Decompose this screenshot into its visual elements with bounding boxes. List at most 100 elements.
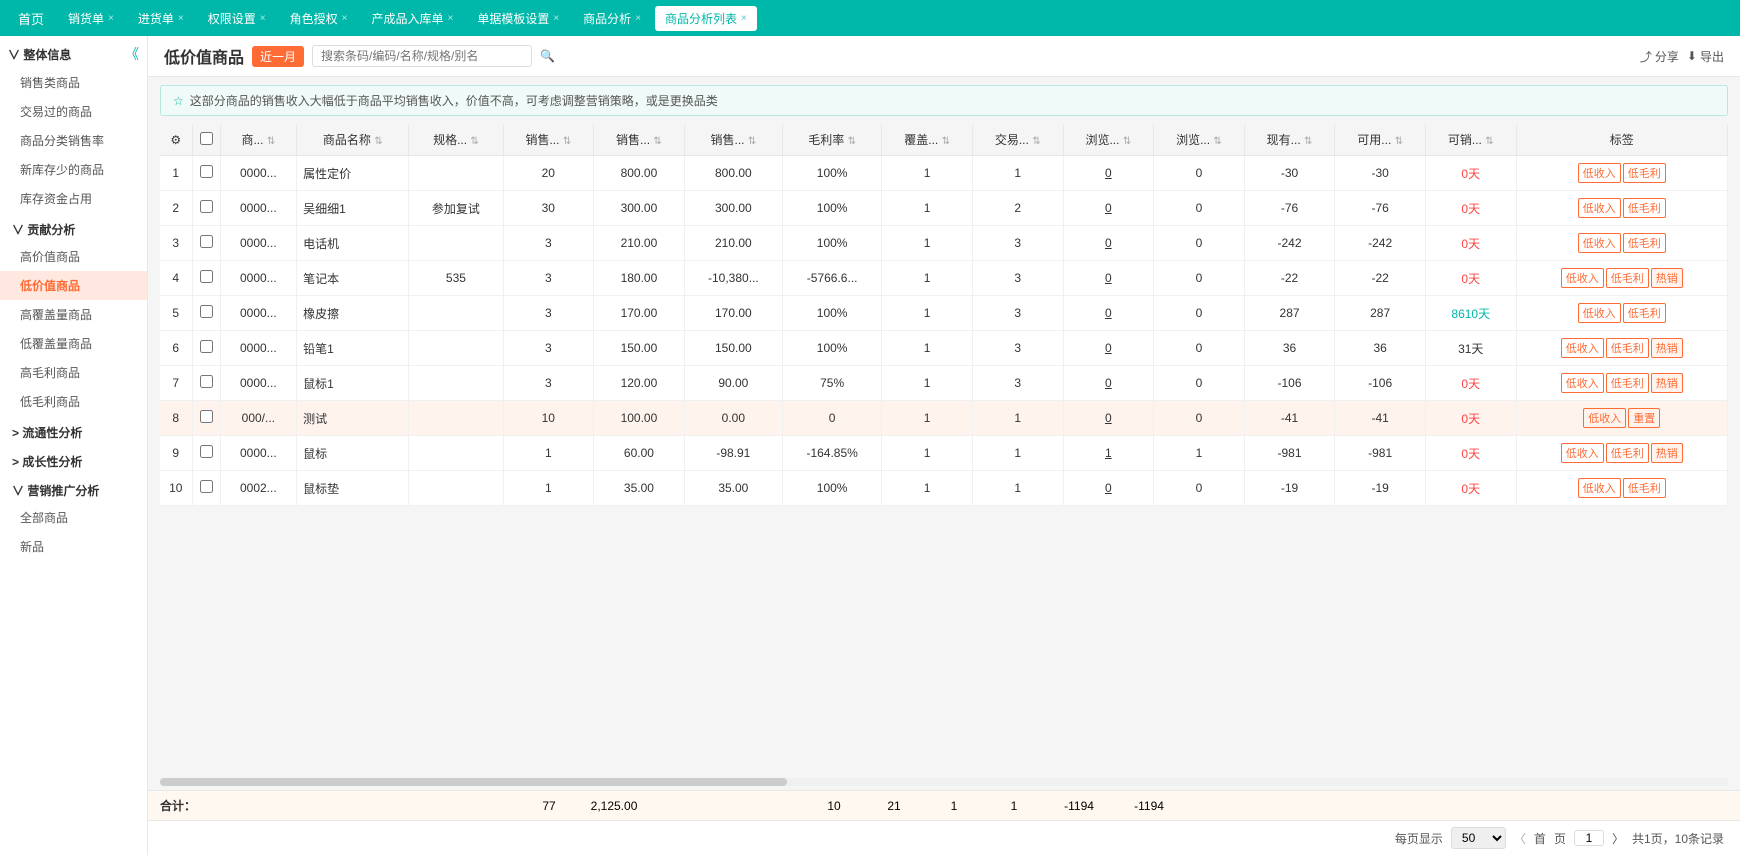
row-select-checkbox[interactable] [200, 445, 213, 458]
sidebar-item-low-coverage[interactable]: 低覆盖量商品 [0, 329, 147, 358]
horizontal-scrollbar[interactable] [160, 778, 1728, 786]
sidebar-item-category-sales-rate[interactable]: 商品分类销售率 [0, 126, 147, 155]
close-icon[interactable]: × [741, 13, 747, 24]
col-checkbox[interactable] [192, 124, 220, 156]
row-name: 鼠标 [297, 436, 409, 471]
sidebar-item-low-value[interactable]: 低价值商品 [0, 271, 147, 300]
product-tag: 低收入 [1578, 198, 1621, 218]
row-select-checkbox[interactable] [200, 480, 213, 493]
row-trade: 1 [972, 156, 1063, 191]
sidebar-item-low-margin[interactable]: 低毛利商品 [0, 387, 147, 416]
row-trade: 3 [972, 261, 1063, 296]
sidebar-item-inventory-capital[interactable]: 库存资金占用 [0, 184, 147, 213]
row-select-checkbox[interactable] [200, 200, 213, 213]
row-view1[interactable]: 1 [1063, 436, 1154, 471]
close-icon[interactable]: × [342, 13, 348, 24]
collapse-sidebar-button[interactable]: 《 [125, 44, 139, 64]
page-size-select[interactable]: 50 100 [1451, 827, 1506, 849]
row-view1[interactable]: 0 [1063, 261, 1154, 296]
row-stock2: -106 [1335, 366, 1426, 401]
row-view1[interactable]: 0 [1063, 401, 1154, 436]
sidebar-item-low-stock[interactable]: 新库存少的商品 [0, 155, 147, 184]
search-input[interactable] [312, 45, 532, 67]
sidebar-group-growth[interactable]: > 成长性分析 [0, 445, 147, 474]
row-view2: 0 [1154, 296, 1245, 331]
nav-home[interactable]: 首页 [8, 5, 54, 32]
close-icon[interactable]: × [260, 13, 266, 24]
row-s1: 3 [503, 261, 594, 296]
nav-product-inbound[interactable]: 产成品入库单 × [361, 6, 463, 31]
row-stock2: -22 [1335, 261, 1426, 296]
row-name: 铅笔1 [297, 331, 409, 366]
row-checkbox[interactable] [192, 296, 220, 331]
row-select-checkbox[interactable] [200, 375, 213, 388]
row-checkbox[interactable] [192, 331, 220, 366]
row-checkbox[interactable] [192, 156, 220, 191]
nav-purchase[interactable]: 进货单 × [128, 6, 194, 31]
row-s1: 3 [503, 226, 594, 261]
row-view1[interactable]: 0 [1063, 226, 1154, 261]
product-tag: 低毛利 [1606, 373, 1649, 393]
row-stock2: 36 [1335, 331, 1426, 366]
row-select-checkbox[interactable] [200, 340, 213, 353]
row-select-checkbox[interactable] [200, 235, 213, 248]
col-settings[interactable]: ⚙ [160, 124, 192, 156]
row-select-checkbox[interactable] [200, 305, 213, 318]
row-select-checkbox[interactable] [200, 270, 213, 283]
row-num: 7 [160, 366, 192, 401]
row-view1[interactable]: 0 [1063, 471, 1154, 506]
row-code: 0000... [220, 296, 297, 331]
row-s1: 3 [503, 296, 594, 331]
row-select-checkbox[interactable] [200, 410, 213, 423]
nav-sales[interactable]: 销货单 × [58, 6, 124, 31]
sidebar-item-high-coverage[interactable]: 高覆盖量商品 [0, 300, 147, 329]
close-icon[interactable]: × [635, 13, 641, 24]
page-number-input[interactable] [1574, 830, 1604, 846]
row-view2: 0 [1154, 401, 1245, 436]
row-view2: 1 [1154, 436, 1245, 471]
row-stock1: -106 [1244, 366, 1335, 401]
row-checkbox[interactable] [192, 436, 220, 471]
row-checkbox[interactable] [192, 191, 220, 226]
row-view1[interactable]: 0 [1063, 296, 1154, 331]
row-checkbox[interactable] [192, 471, 220, 506]
scrollbar-thumb[interactable] [160, 778, 787, 786]
row-s2: 60.00 [594, 436, 685, 471]
row-checkbox[interactable] [192, 366, 220, 401]
close-icon[interactable]: × [447, 13, 453, 24]
period-button[interactable]: 近一月 [252, 46, 304, 67]
nav-product-analysis[interactable]: 商品分析 × [573, 6, 651, 31]
page-nav-next[interactable]: 〉 [1612, 830, 1624, 847]
row-checkbox[interactable] [192, 226, 220, 261]
close-icon[interactable]: × [553, 13, 559, 24]
close-icon[interactable]: × [108, 13, 114, 24]
close-icon[interactable]: × [178, 13, 184, 24]
product-tag: 热销 [1651, 373, 1683, 393]
row-view1[interactable]: 0 [1063, 191, 1154, 226]
nav-permissions[interactable]: 权限设置 × [198, 6, 276, 31]
row-code: 0000... [220, 331, 297, 366]
sidebar-item-high-value[interactable]: 高价值商品 [0, 242, 147, 271]
row-view1[interactable]: 0 [1063, 366, 1154, 401]
sidebar-item-high-margin[interactable]: 高毛利商品 [0, 358, 147, 387]
sidebar-item-traded-products[interactable]: 交易过的商品 [0, 97, 147, 126]
row-name: 吴细细1 [297, 191, 409, 226]
nav-role-auth[interactable]: 角色授权 × [280, 6, 358, 31]
row-days: 31天 [1425, 331, 1516, 366]
search-icon[interactable]: 🔍 [540, 49, 555, 63]
row-days: 0天 [1425, 471, 1516, 506]
share-button[interactable]: ⤴ 分享 [1640, 48, 1679, 65]
nav-product-analysis-list[interactable]: 商品分析列表 × [655, 6, 757, 31]
row-view1[interactable]: 0 [1063, 331, 1154, 366]
nav-template[interactable]: 单据模板设置 × [467, 6, 569, 31]
row-select-checkbox[interactable] [200, 165, 213, 178]
sidebar-item-all-products[interactable]: 全部商品 [0, 503, 147, 532]
row-checkbox[interactable] [192, 261, 220, 296]
sidebar-item-sales-products[interactable]: 销售类商品 [0, 68, 147, 97]
row-view1[interactable]: 0 [1063, 156, 1154, 191]
export-button[interactable]: ⬇ 导出 [1687, 48, 1724, 65]
sidebar-item-new-products[interactable]: 新品 [0, 532, 147, 561]
row-checkbox[interactable] [192, 401, 220, 436]
sidebar-group-circulation[interactable]: > 流通性分析 [0, 416, 147, 445]
select-all-checkbox[interactable] [200, 132, 213, 145]
